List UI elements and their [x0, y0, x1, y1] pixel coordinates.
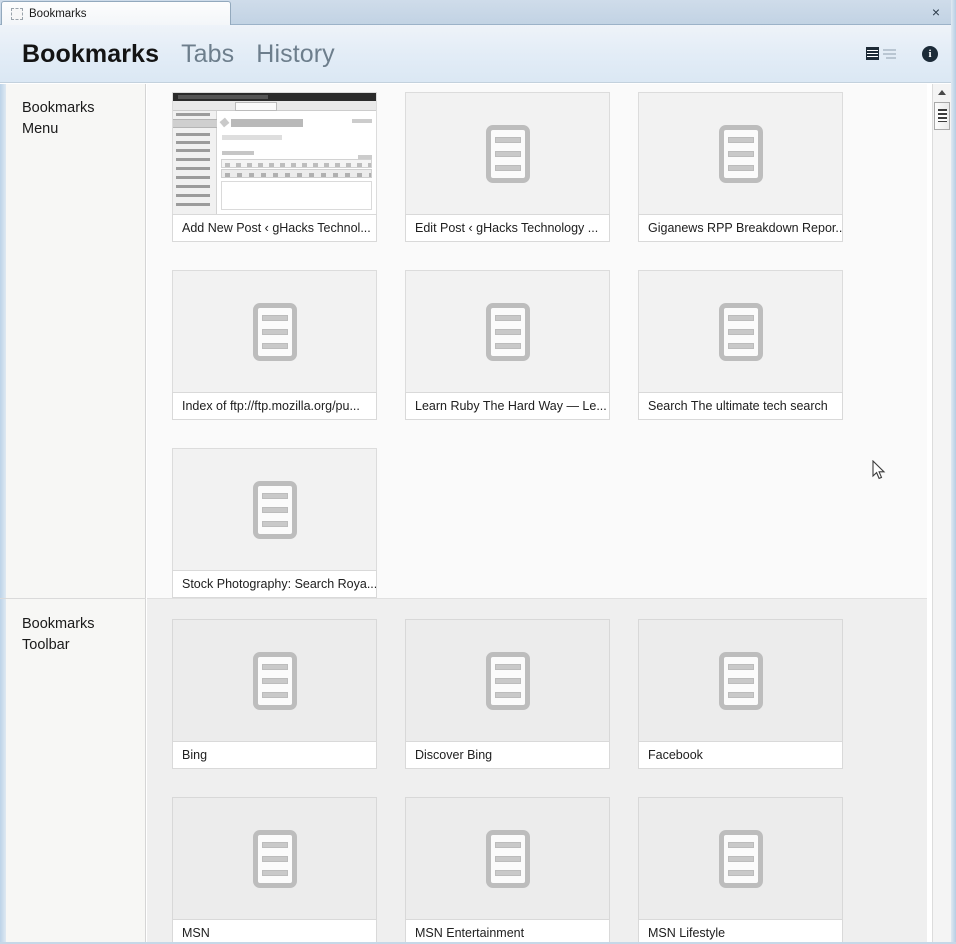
list-view-button[interactable]	[866, 46, 896, 62]
bookmark-thumbnail	[638, 619, 843, 741]
bookmark-tile[interactable]: MSN	[172, 797, 377, 944]
browser-tab-bookmarks[interactable]: Bookmarks	[1, 1, 231, 25]
bookmark-title: Bing	[172, 741, 377, 769]
document-placeholder-icon	[718, 302, 763, 361]
tab-history[interactable]: History	[256, 40, 334, 69]
sidebar-group-bookmarks-toolbar-line1: Bookmarks	[22, 616, 95, 632]
document-placeholder-icon	[718, 651, 763, 710]
window-left-edge	[0, 84, 6, 944]
document-placeholder-icon	[252, 480, 297, 539]
bookmark-tile[interactable]: MSN Lifestyle	[638, 797, 843, 944]
bookmark-tile[interactable]: Index of ftp://ftp.mozilla.org/pu...	[172, 270, 377, 420]
document-placeholder-icon	[485, 124, 530, 183]
window-right-edge	[951, 0, 956, 944]
scroll-thumb[interactable]	[934, 102, 950, 130]
bookmark-thumbnail	[638, 270, 843, 392]
info-icon: i	[922, 46, 938, 62]
primary-nav: Bookmarks Tabs History	[22, 25, 335, 83]
bookmark-tile[interactable]: Bing	[172, 619, 377, 769]
bookmarks-manager-window: Bookmarks × Bookmarks Tabs History i Boo…	[0, 0, 956, 944]
body-area: Bookmarks Menu Bookmarks Toolbar Add New…	[0, 84, 956, 944]
sidebar: Bookmarks Menu Bookmarks Toolbar	[0, 84, 146, 944]
page-screenshot-thumbnail	[173, 93, 376, 214]
sidebar-group-bookmarks-toolbar[interactable]: Bookmarks Toolbar	[22, 614, 95, 656]
tab-tabs[interactable]: Tabs	[181, 40, 234, 69]
bookmark-title: Discover Bing	[405, 741, 610, 769]
bookmark-title: Index of ftp://ftp.mozilla.org/pu...	[172, 392, 377, 420]
section-bookmarks-toolbar: Bing Discover Bing Facebook MSN MSN Ente…	[147, 598, 927, 944]
document-placeholder-icon	[485, 651, 530, 710]
bookmark-thumbnail	[405, 270, 610, 392]
bookmark-tile[interactable]: Edit Post ‹ gHacks Technology ...	[405, 92, 610, 242]
sidebar-group-bookmarks-toolbar-line2: Toolbar	[22, 637, 70, 653]
bookmark-thumbnail	[405, 797, 610, 919]
bookmark-title: Giganews RPP Breakdown Repor...	[638, 214, 843, 242]
bookmark-tile[interactable]: Learn Ruby The Hard Way — Le...	[405, 270, 610, 420]
scroll-up-arrow-icon[interactable]	[933, 84, 951, 101]
bookmark-tile[interactable]: Stock Photography: Search Roya...	[172, 448, 377, 598]
app-header: Bookmarks Tabs History i	[0, 25, 956, 83]
browser-tab-strip: Bookmarks	[0, 0, 231, 25]
document-placeholder-icon	[252, 829, 297, 888]
bookmark-tile[interactable]: Add New Post ‹ gHacks Technol...	[172, 92, 377, 242]
sidebar-group-bookmarks-menu-line1: Bookmarks	[22, 100, 95, 116]
bookmark-title: Search The ultimate tech search	[638, 392, 843, 420]
bookmark-title: Stock Photography: Search Roya...	[172, 570, 377, 598]
bookmark-thumbnail	[172, 448, 377, 570]
sidebar-group-bookmarks-menu-line2: Menu	[22, 121, 59, 137]
close-icon[interactable]: ×	[926, 3, 946, 21]
sidebar-divider	[0, 598, 146, 599]
dashed-placeholder-favicon-icon	[11, 7, 23, 20]
header-tool-group: i	[866, 25, 938, 83]
document-placeholder-icon	[718, 124, 763, 183]
bookmark-thumbnail	[638, 797, 843, 919]
info-button[interactable]: i	[922, 46, 938, 62]
vertical-scrollbar[interactable]	[932, 84, 951, 944]
document-placeholder-icon	[485, 302, 530, 361]
browser-tab-label: Bookmarks	[29, 7, 87, 20]
bookmark-thumbnail	[172, 797, 377, 919]
bookmark-tile[interactable]: Search The ultimate tech search	[638, 270, 843, 420]
title-bar: Bookmarks ×	[0, 0, 956, 25]
tile-grid-bookmarks-toolbar: Bing Discover Bing Facebook MSN MSN Ente…	[172, 619, 902, 944]
tab-bookmarks[interactable]: Bookmarks	[22, 40, 159, 69]
bookmark-tile[interactable]: MSN Entertainment	[405, 797, 610, 944]
bookmark-title: MSN Lifestyle	[638, 919, 843, 944]
bookmark-thumbnail	[405, 619, 610, 741]
sidebar-group-bookmarks-menu[interactable]: Bookmarks Menu	[22, 98, 95, 140]
bookmark-title: Add New Post ‹ gHacks Technol...	[172, 214, 377, 242]
bookmark-title: Edit Post ‹ gHacks Technology ...	[405, 214, 610, 242]
bookmark-thumbnail	[172, 92, 377, 214]
document-placeholder-icon	[485, 829, 530, 888]
bookmark-title: MSN Entertainment	[405, 919, 610, 944]
bookmark-tile[interactable]: Giganews RPP Breakdown Repor...	[638, 92, 843, 242]
content-pane: Add New Post ‹ gHacks Technol... Edit Po…	[147, 84, 927, 944]
bookmark-thumbnail	[405, 92, 610, 214]
bookmark-thumbnail	[638, 92, 843, 214]
bookmark-thumbnail	[172, 270, 377, 392]
bookmark-title: Facebook	[638, 741, 843, 769]
bookmark-thumbnail	[172, 619, 377, 741]
bookmark-title: Learn Ruby The Hard Way — Le...	[405, 392, 610, 420]
section-bookmarks-menu: Add New Post ‹ gHacks Technol... Edit Po…	[147, 84, 927, 598]
document-placeholder-icon	[718, 829, 763, 888]
bookmark-title: MSN	[172, 919, 377, 944]
bookmark-tile[interactable]: Discover Bing	[405, 619, 610, 769]
document-placeholder-icon	[252, 651, 297, 710]
tile-grid-bookmarks-menu: Add New Post ‹ gHacks Technol... Edit Po…	[172, 92, 902, 598]
list-view-icon	[866, 46, 896, 62]
bookmark-tile[interactable]: Facebook	[638, 619, 843, 769]
document-placeholder-icon	[252, 302, 297, 361]
